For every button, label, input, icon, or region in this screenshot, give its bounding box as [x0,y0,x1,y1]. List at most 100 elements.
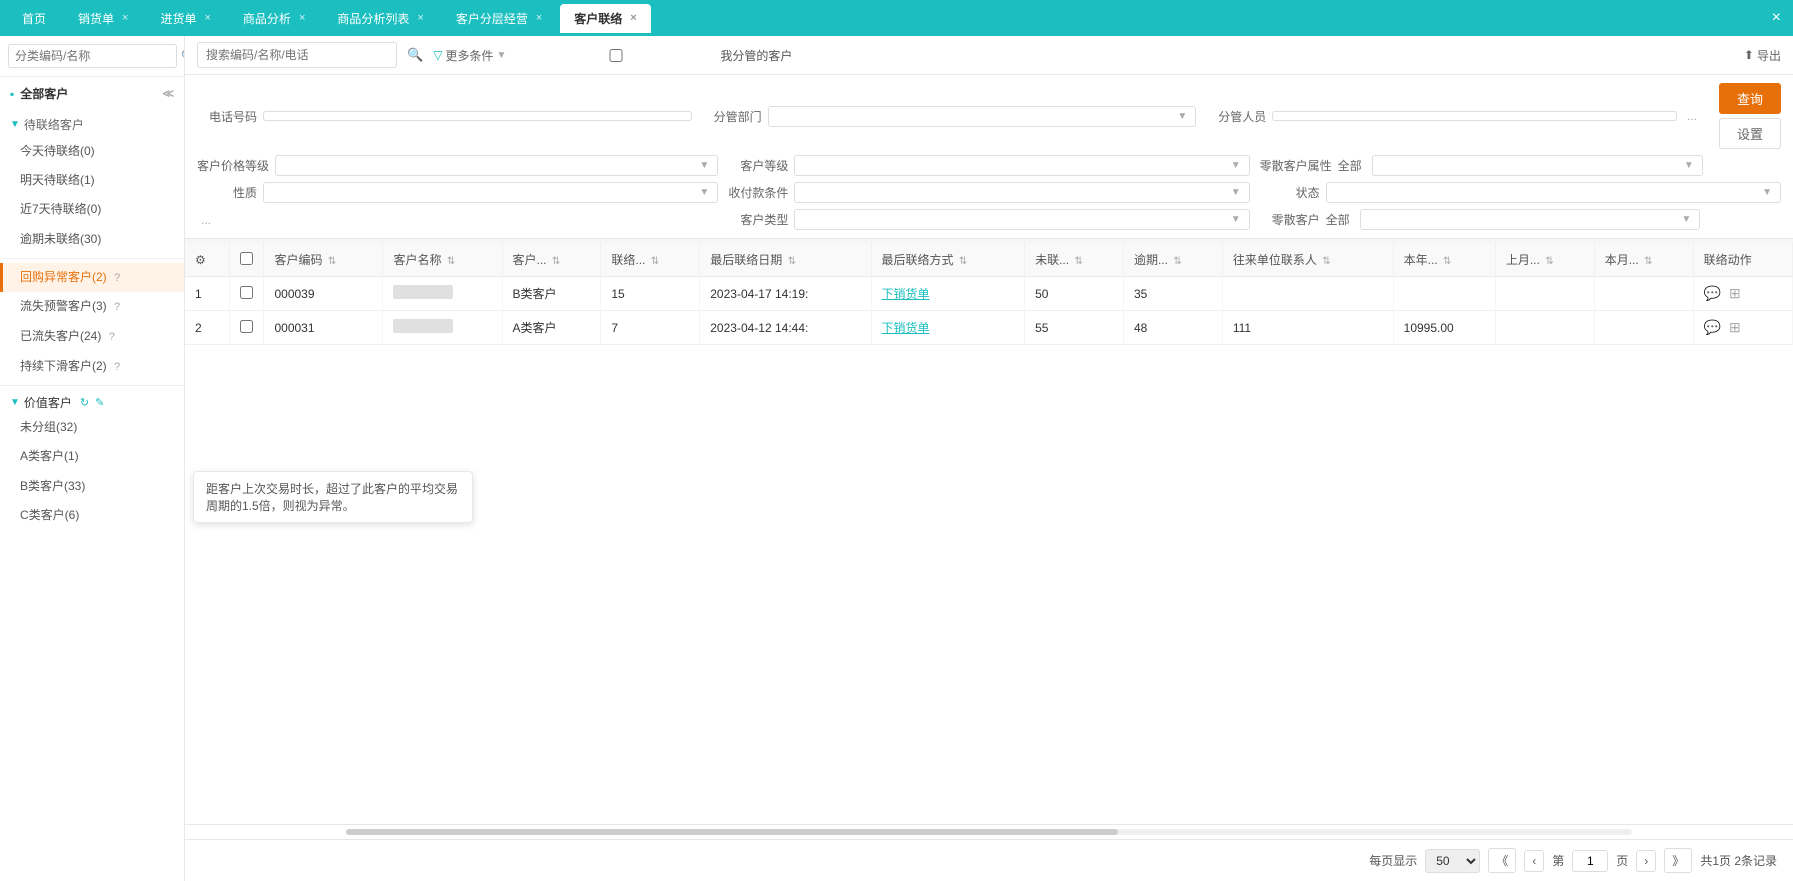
sidebar-item-continuous-down[interactable]: 持续下滑客户(2) ? [0,352,184,382]
close-tab-product-analysis-list[interactable]: × [417,12,423,24]
select-all-checkbox[interactable] [240,252,253,265]
tab-product-analysis[interactable]: 商品分析 × [229,4,319,33]
sidebar-item-class-c[interactable]: C类客户(6) [0,501,184,530]
sidebar-collapse-button[interactable]: ≪ [162,87,174,100]
row2-contact-person: 111 [1222,311,1393,345]
retail-customer-field: 零散客户 全部 ▼ [1260,209,1781,230]
row2-this-month [1594,311,1693,345]
pending-contact-group[interactable]: ▼ 待联络客户 [0,110,184,137]
row2-actions: 💬 ⊞ [1704,319,1782,336]
sidebar-item-ungrouped[interactable]: 未分组(32) [0,413,184,442]
more-conditions-button[interactable]: ▽ 更多条件 ▼ [433,47,506,64]
col-name-header[interactable]: 客户名称 ⇅ [383,243,502,277]
category-search-input[interactable] [8,44,177,68]
gender-select[interactable]: ▼ [263,182,718,203]
sidebar-item-today-pending[interactable]: 今天待联络(0) [0,137,184,166]
dept-select[interactable]: ▼ [768,106,1197,127]
sidebar-item-7days-pending[interactable]: 近7天待联络(0) [0,195,184,224]
person-input[interactable] [1272,111,1677,121]
sidebar-item-already-lost[interactable]: 已流失客户(24) ? [0,322,184,352]
retail-customer-select[interactable]: ▼ [1360,209,1701,230]
sidebar-item-class-a[interactable]: A类客户(1) [0,442,184,471]
next-page-button[interactable]: › [1636,850,1656,872]
row1-method-link[interactable]: 下销货单 [882,287,930,301]
col-unreached-header[interactable]: 未联... ⇅ [1025,243,1124,277]
table-settings-gear[interactable]: ⚙ [195,253,206,267]
col-code-header[interactable]: 客户编码 ⇅ [264,243,383,277]
prev-page-button[interactable]: ‹ [1524,850,1544,872]
sidebar-item-lost-warn[interactable]: 流失预警客户(3) ? [0,292,184,322]
close-tab-purchase-order[interactable]: × [204,12,210,24]
row2-select-checkbox[interactable] [240,320,253,333]
payment-label: 收付款条件 [728,184,788,201]
horizontal-scrollbar[interactable] [185,824,1793,839]
col-settings[interactable]: ⚙ [185,243,230,277]
row1-chat-icon[interactable]: 💬 [1704,285,1721,302]
sort-last-date-icon: ⇅ [788,256,796,267]
customer-grade-arrow: ▼ [1231,160,1241,171]
price-grade-select[interactable]: ▼ [275,155,718,176]
customer-grade-select[interactable]: ▼ [794,155,1249,176]
all-customers-header[interactable]: ▪ 全部客户 ≪ [0,77,184,110]
value-customer-group[interactable]: ▼ 价值客户 ↻ ✎ [0,390,184,413]
tab-customer-contact[interactable]: 客户联络 × [560,4,650,33]
first-page-button[interactable]: 《 [1488,848,1516,873]
payment-select[interactable]: ▼ [794,182,1249,203]
last-page-button[interactable]: 》 [1664,848,1692,873]
page-number-input[interactable] [1572,850,1608,872]
sidebar-item-repurchase-abnormal[interactable]: 回购异常客户(2) ? [0,263,184,293]
row1-grid-icon[interactable]: ⊞ [1729,285,1741,302]
tab-product-analysis-list[interactable]: 商品分析列表 × [323,4,437,33]
customer-type-select[interactable]: ▼ [794,209,1249,230]
phone-input[interactable] [263,111,692,121]
per-page-select[interactable]: 50 100 200 [1425,849,1480,873]
row2-name [383,311,502,345]
search-input[interactable] [197,42,397,68]
scrollbar-thumb[interactable] [346,829,1118,835]
sidebar-item-class-b[interactable]: B类客户(33) [0,472,184,501]
search-icon[interactable]: 🔍 [407,47,423,63]
sidebar-item-tomorrow-pending[interactable]: 明天待联络(1) [0,166,184,195]
close-tab-customer-contact[interactable]: × [630,12,636,24]
tab-sales-order[interactable]: 销货单 × [64,4,142,33]
retail-attr-select[interactable]: ▼ [1372,155,1703,176]
export-button[interactable]: ⬆ 导出 [1744,47,1781,64]
expand-icon: ▪ [10,87,14,101]
col-contact-header[interactable]: 联络... ⇅ [601,243,700,277]
col-last-contact-method-header[interactable]: 最后联络方式 ⇅ [871,243,1025,277]
col-current-year-header[interactable]: 本年... ⇅ [1393,243,1495,277]
tab-home[interactable]: 首页 [8,4,60,33]
dept-field: 分管部门 ▼ [702,106,1197,127]
col-overdue-header[interactable]: 逾期... ⇅ [1123,243,1222,277]
value-customer-label: 价值客户 [24,394,72,411]
total-records-label: 共1页 2条记录 [1700,852,1777,869]
close-all-button[interactable]: × [1772,9,1781,27]
col-contact-person-header[interactable]: 往来单位联系人 ⇅ [1222,243,1393,277]
person-dots-button[interactable]: ... [1683,109,1701,123]
dept-label: 分管部门 [702,108,762,125]
close-tab-customer-tier[interactable]: × [536,12,542,24]
col-last-contact-date-header[interactable]: 最后联络日期 ⇅ [700,243,871,277]
row1-select-checkbox[interactable] [240,286,253,299]
row1-category: B类客户 [502,277,601,311]
status-select[interactable]: ▼ [1326,182,1781,203]
row2-chat-icon[interactable]: 💬 [1704,319,1721,336]
tab-customer-tier[interactable]: 客户分层经营 × [442,4,556,33]
row2-last-contact-date: 2023-04-12 14:44: [700,311,871,345]
row2-grid-icon[interactable]: ⊞ [1729,319,1741,336]
my-customers-checkbox[interactable] [516,49,716,62]
extra-dots-button[interactable]: ... [197,213,215,227]
col-this-month-header[interactable]: 本月... ⇅ [1594,243,1693,277]
settings-button[interactable]: 设置 [1719,118,1781,149]
my-customers-checkbox-group: 我分管的客户 [516,47,792,64]
tab-purchase-order[interactable]: 进货单 × [146,4,224,33]
row2-method-link[interactable]: 下销货单 [882,321,930,335]
col-last-month-header[interactable]: 上月... ⇅ [1495,243,1594,277]
edit-value-customer-icon[interactable]: ✎ [95,396,104,409]
close-tab-sales-order[interactable]: × [122,12,128,24]
sidebar-item-overdue-pending[interactable]: 逾期未联络(30) [0,225,184,254]
query-button[interactable]: 查询 [1719,83,1781,114]
close-tab-product-analysis[interactable]: × [299,12,305,24]
col-category-header[interactable]: 客户... ⇅ [502,243,601,277]
refresh-icon[interactable]: ↻ [80,396,89,409]
